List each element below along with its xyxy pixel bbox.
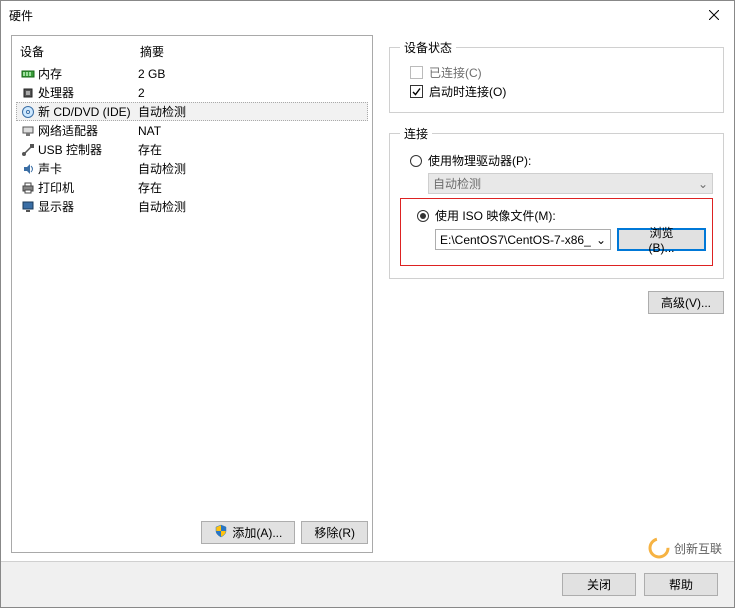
device-name: 新 CD/DVD (IDE) (38, 103, 138, 120)
connection-group: 连接 使用物理驱动器(P): 自动检测⌄ 使用 ISO 映像文件(M): E:\… (389, 125, 724, 279)
physical-drive-combo: 自动检测⌄ (428, 173, 713, 194)
remove-button[interactable]: 移除(R) (301, 521, 368, 544)
device-row[interactable]: 打印机存在 (16, 178, 368, 197)
device-row[interactable]: 声卡自动检测 (16, 159, 368, 178)
device-list[interactable]: 内存2 GB处理器2新 CD/DVD (IDE)自动检测网络适配器NATUSB … (16, 64, 368, 517)
iso-path-combo[interactable]: E:\CentOS7\CentOS-7-x86_⌄ (435, 229, 611, 250)
device-row[interactable]: 网络适配器NAT (16, 121, 368, 140)
printer-icon (20, 180, 36, 196)
radio-icon (410, 155, 422, 167)
device-row[interactable]: 新 CD/DVD (IDE)自动检测 (16, 102, 368, 121)
help-button[interactable]: 帮助 (644, 573, 718, 596)
memory-icon (20, 66, 36, 82)
checkbox-icon (410, 66, 423, 79)
window-close-button[interactable] (694, 1, 734, 29)
shield-icon (214, 524, 228, 541)
device-name: 打印机 (38, 179, 138, 196)
device-summary: 存在 (138, 141, 368, 158)
device-summary: 自动检测 (138, 198, 368, 215)
settings-pane: 设备状态 已连接(C) 启动时连接(O) 连接 使用物理驱动器(P): 自动检测… (373, 35, 724, 553)
connection-legend: 连接 (400, 125, 432, 142)
connect-at-poweron-checkbox[interactable]: 启动时连接(O) (400, 83, 713, 100)
checkbox-icon (410, 85, 423, 98)
window-title: 硬件 (9, 7, 694, 24)
close-button[interactable]: 关闭 (562, 573, 636, 596)
device-row[interactable]: 处理器2 (16, 83, 368, 102)
device-row[interactable]: 显示器自动检测 (16, 197, 368, 216)
device-summary: 存在 (138, 179, 368, 196)
chevron-down-icon: ⌄ (596, 233, 606, 247)
device-name: 内存 (38, 65, 138, 82)
browse-button[interactable]: 浏览(B)... (617, 228, 706, 251)
column-header-summary: 摘要 (140, 43, 368, 60)
device-name: 处理器 (38, 84, 138, 101)
device-name: USB 控制器 (38, 141, 138, 158)
watermark: 创新互联 (648, 537, 722, 559)
sound-icon (20, 161, 36, 177)
chevron-down-icon: ⌄ (698, 177, 708, 191)
device-name: 声卡 (38, 160, 138, 177)
watermark-icon (648, 537, 670, 559)
device-summary: 2 GB (138, 67, 368, 81)
device-summary: 2 (138, 86, 368, 100)
dialog-button-bar: 关闭 帮助 (1, 561, 734, 607)
add-button[interactable]: 添加(A)... (201, 521, 295, 544)
device-name: 网络适配器 (38, 122, 138, 139)
column-header-device: 设备 (20, 43, 140, 60)
device-summary: 自动检测 (138, 160, 368, 177)
device-summary: 自动检测 (138, 103, 367, 120)
advanced-button[interactable]: 高级(V)... (648, 291, 724, 314)
device-summary: NAT (138, 124, 368, 138)
usb-icon (20, 142, 36, 158)
use-physical-drive-radio[interactable]: 使用物理驱动器(P): (410, 152, 713, 169)
device-name: 显示器 (38, 198, 138, 215)
connected-checkbox[interactable]: 已连接(C) (400, 64, 713, 81)
device-row[interactable]: 内存2 GB (16, 64, 368, 83)
radio-icon (417, 210, 429, 222)
net-icon (20, 123, 36, 139)
use-iso-radio[interactable]: 使用 ISO 映像文件(M): (417, 207, 706, 224)
device-row[interactable]: USB 控制器存在 (16, 140, 368, 159)
iso-highlight-box: 使用 ISO 映像文件(M): E:\CentOS7\CentOS-7-x86_… (400, 198, 713, 266)
close-icon (709, 10, 719, 20)
cpu-icon (20, 85, 36, 101)
device-status-legend: 设备状态 (400, 39, 456, 56)
device-status-group: 设备状态 已连接(C) 启动时连接(O) (389, 39, 724, 113)
disc-icon (20, 104, 36, 120)
display-icon (20, 199, 36, 215)
hardware-list-pane: 设备 摘要 内存2 GB处理器2新 CD/DVD (IDE)自动检测网络适配器N… (11, 35, 373, 553)
